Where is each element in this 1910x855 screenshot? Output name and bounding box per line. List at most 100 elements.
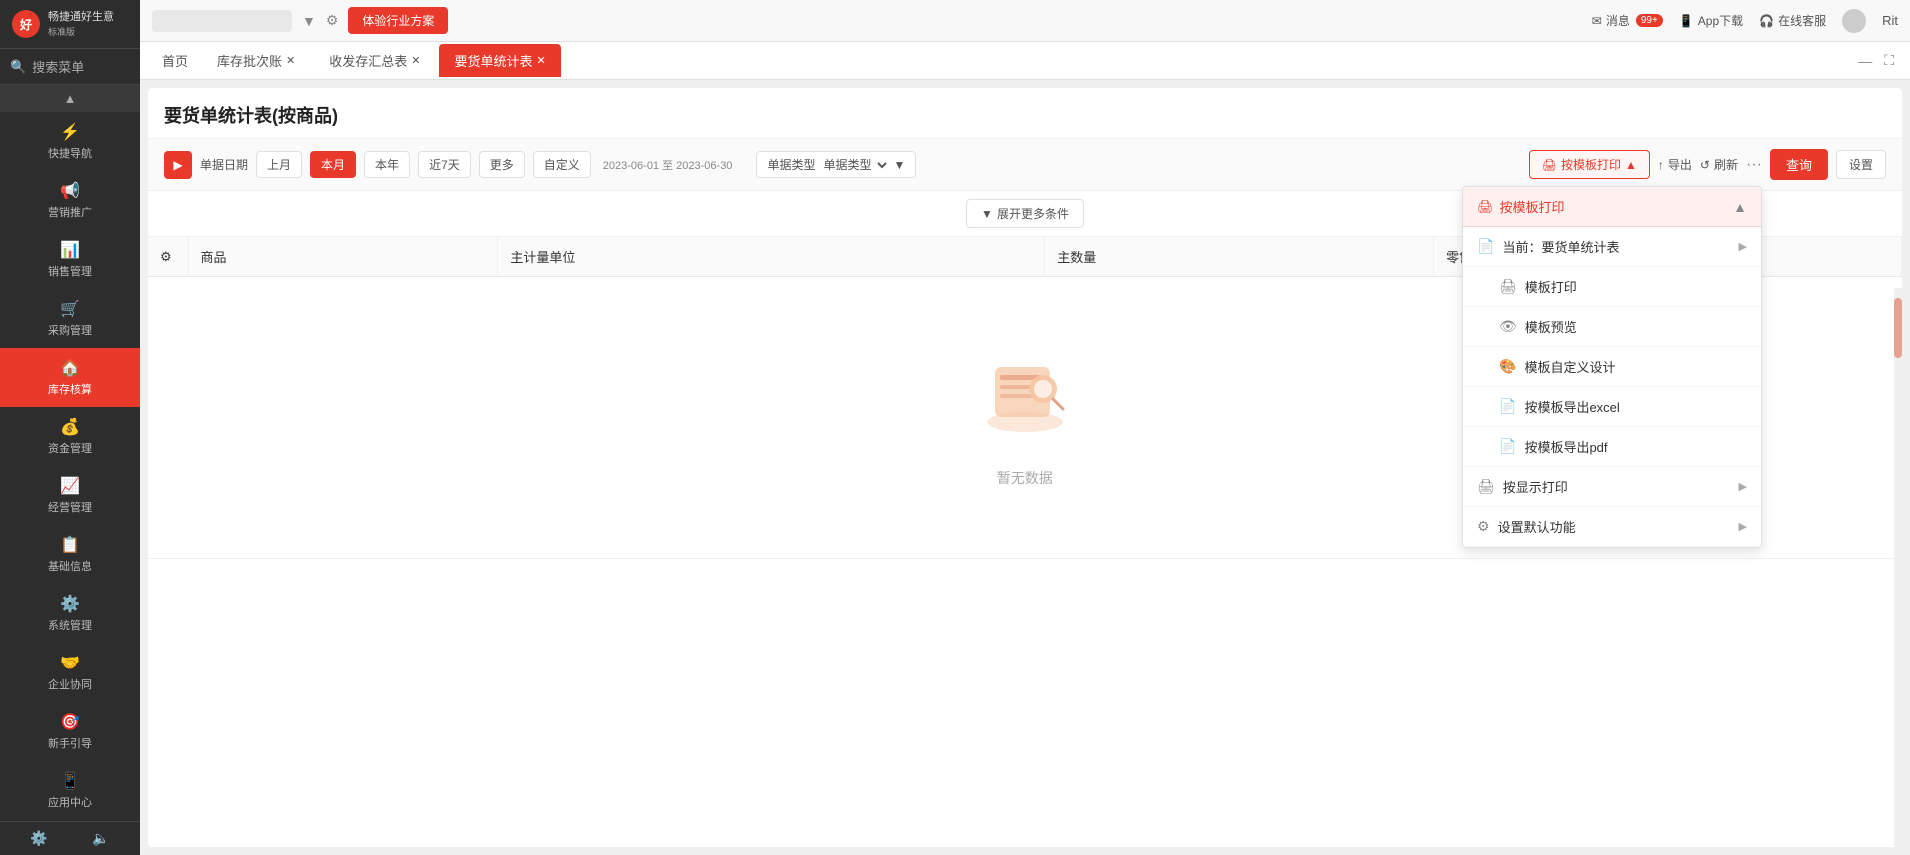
export-btn[interactable]: ↑ 导出 (1658, 156, 1692, 173)
logo-icon: 好 (12, 10, 40, 38)
message-icon: ✉ (1592, 14, 1602, 28)
date-btn-this-month[interactable]: 本月 (310, 151, 356, 178)
more-options-btn[interactable]: ··· (1746, 156, 1762, 174)
expand-more-btn[interactable]: ▼ 展开更多条件 (966, 199, 1084, 228)
tab-inventory-batch[interactable]: 库存批次账 ✕ (202, 44, 310, 77)
settings-bottom-icon[interactable]: ⚙️ (30, 830, 47, 847)
quick-nav-icon: ⚡ (60, 122, 80, 142)
printer-icon: 🖨 (1542, 158, 1557, 172)
dropdown-default-func[interactable]: ⚙ 设置默认功能 ▶ (1463, 507, 1761, 547)
col-product: 商品 (188, 237, 498, 277)
right-scrollbar[interactable] (1894, 288, 1902, 847)
tabs-right: — ⛶ (1854, 48, 1898, 73)
maximize-btn[interactable]: ⛶ (1880, 48, 1898, 73)
export-excel-icon: 📄 (1499, 398, 1516, 415)
sidebar-item-quick-nav[interactable]: ⚡ 快捷导航 (0, 112, 140, 171)
tab-inventory-batch-close[interactable]: ✕ (286, 54, 295, 67)
sidebar-item-sales[interactable]: 📊 销售管理 (0, 230, 140, 289)
sidebar-item-marketing[interactable]: 📢 营销推广 (0, 171, 140, 230)
main-content: ▼ ⚙ 体验行业方案 ✉ 消息 99+ 📱 App下载 🎧 在线客服 Rit 首… (140, 0, 1910, 855)
logo-text: 畅捷通好生意 标准版 (48, 10, 114, 37)
settings-gear-icon[interactable]: ⚙ (326, 12, 339, 29)
sidebar-item-finance[interactable]: 💰 资金管理 (0, 407, 140, 466)
toolbar-right-actions: 🖨 按模板打印 ▲ ↑ 导出 ↺ 刷新 ··· 查询 设置 (1529, 149, 1886, 180)
date-label: 单据日期 (200, 156, 248, 173)
sidebar-item-inventory[interactable]: 🏠 库存核算 (0, 348, 140, 407)
date-btn-last-month[interactable]: 上月 (256, 151, 302, 178)
template-preview-icon: 👁 (1499, 318, 1517, 335)
default-func-icon: ⚙ (1477, 518, 1490, 535)
minimize-btn[interactable]: — (1854, 48, 1876, 73)
date-btn-this-year[interactable]: 本年 (364, 151, 410, 178)
sidebar-bottom: ⚙️ 🔈 (0, 821, 140, 855)
type-select[interactable]: 单据类型 (819, 157, 889, 173)
dropdown-close-btn[interactable]: ▲ (1733, 199, 1747, 215)
dropdown-template-print[interactable]: 🖨 模板打印 (1463, 267, 1761, 307)
expand-icon: ▼ (981, 207, 993, 221)
sidebar-item-operations[interactable]: 📈 经营管理 (0, 466, 140, 525)
dropdown-display-print[interactable]: 🖨 按显示打印 ▶ (1463, 467, 1761, 507)
purchase-icon: 🛒 (60, 299, 80, 319)
tab-order-stats-close[interactable]: ✕ (537, 54, 546, 67)
tab-home[interactable]: 首页 (152, 45, 198, 76)
tab-receivable-summary[interactable]: 收发存汇总表 ✕ (314, 44, 435, 77)
col-unit: 主计量单位 (498, 237, 1045, 277)
tab-receivable-summary-close[interactable]: ✕ (411, 54, 420, 67)
date-btn-custom[interactable]: 自定义 (533, 151, 591, 178)
type-select-wrapper[interactable]: 单据类型 单据类型 ▼ (756, 151, 916, 178)
date-btn-more[interactable]: 更多 (479, 151, 525, 178)
toolbar-expand-btn[interactable]: ▶ (164, 151, 192, 179)
gear-icon[interactable]: ▼ (302, 13, 316, 29)
date-range-label: 2023-06-01 至 2023-06-30 (603, 157, 733, 173)
headset-icon: 🎧 (1759, 14, 1774, 28)
type-label: 单据类型 (767, 156, 815, 173)
speaker-icon[interactable]: 🔈 (92, 830, 109, 847)
empty-illustration (975, 347, 1075, 456)
topbar-right: ✉ 消息 99+ 📱 App下载 🎧 在线客服 Rit (1592, 9, 1898, 33)
message-btn[interactable]: ✉ 消息 99+ (1592, 12, 1663, 29)
chevron-down-icon: ▼ (894, 158, 906, 172)
dropdown-title: 🖨 按模板打印 (1477, 197, 1565, 216)
display-print-chevron: ▶ (1739, 480, 1747, 493)
online-service-btn[interactable]: 🎧 在线客服 (1759, 12, 1826, 29)
trial-btn[interactable]: 体验行业方案 (348, 7, 448, 34)
date-btn-7days[interactable]: 近7天 (418, 151, 471, 178)
dropdown-current-item[interactable]: 📄 当前：要货单统计表 ▶ (1463, 227, 1761, 267)
tab-order-stats[interactable]: 要货单统计表 ✕ (439, 44, 560, 77)
sidebar-item-collab[interactable]: 🤝 企业协同 (0, 643, 140, 702)
sidebar-item-newbie[interactable]: 🎯 新手引导 (0, 702, 140, 761)
sidebar-item-basics[interactable]: 📋 基础信息 (0, 525, 140, 584)
sidebar-item-app-center[interactable]: 📱 应用中心 (0, 761, 140, 820)
app-center-icon: 📱 (60, 771, 80, 791)
dropdown-template-preview[interactable]: 👁 模板预览 (1463, 307, 1761, 347)
username-label: Rit (1882, 13, 1898, 28)
scroll-up-btn[interactable]: ▲ (0, 85, 140, 112)
system-icon: ⚙️ (60, 594, 80, 614)
query-btn[interactable]: 查询 (1770, 149, 1828, 180)
app-download-btn[interactable]: 📱 App下载 (1679, 12, 1743, 29)
sidebar-logo: 好 畅捷通好生意 标准版 (0, 0, 140, 49)
refresh-btn[interactable]: ↺ 刷新 (1700, 156, 1738, 173)
settings-btn[interactable]: 设置 (1836, 150, 1886, 179)
dropdown-export-excel[interactable]: 📄 按模板导出excel (1463, 387, 1761, 427)
print-template-btn[interactable]: 🖨 按模板打印 ▲ (1529, 150, 1650, 179)
topbar-search-input[interactable] (152, 10, 292, 32)
collab-icon: 🤝 (60, 653, 80, 673)
sidebar-item-purchase[interactable]: 🛒 采购管理 (0, 289, 140, 348)
dropdown-template-design[interactable]: 🎨 模板自定义设计 (1463, 347, 1761, 387)
page-title: 要货单统计表(按商品) (164, 102, 1886, 128)
sidebar-search[interactable]: 🔍 搜索菜单 (0, 49, 140, 85)
print-header-icon: 🖨 (1477, 199, 1494, 215)
sales-icon: 📊 (60, 240, 80, 260)
app-download-icon: 📱 (1679, 14, 1694, 28)
avatar[interactable] (1842, 9, 1866, 33)
dropdown-export-pdf[interactable]: 📄 按模板导出pdf (1463, 427, 1761, 467)
operations-icon: 📈 (60, 476, 80, 496)
inventory-icon: 🏠 (60, 358, 80, 378)
col-quantity: 主数量 (1045, 237, 1434, 277)
finance-icon: 💰 (60, 417, 80, 437)
col-settings[interactable]: ⚙ (148, 237, 188, 277)
sidebar-item-system[interactable]: ⚙️ 系统管理 (0, 584, 140, 643)
default-func-chevron: ▶ (1739, 520, 1747, 533)
print-dropdown: 🖨 按模板打印 ▲ 📄 当前：要货单统计表 ▶ 🖨 模板打印 (1462, 186, 1762, 548)
